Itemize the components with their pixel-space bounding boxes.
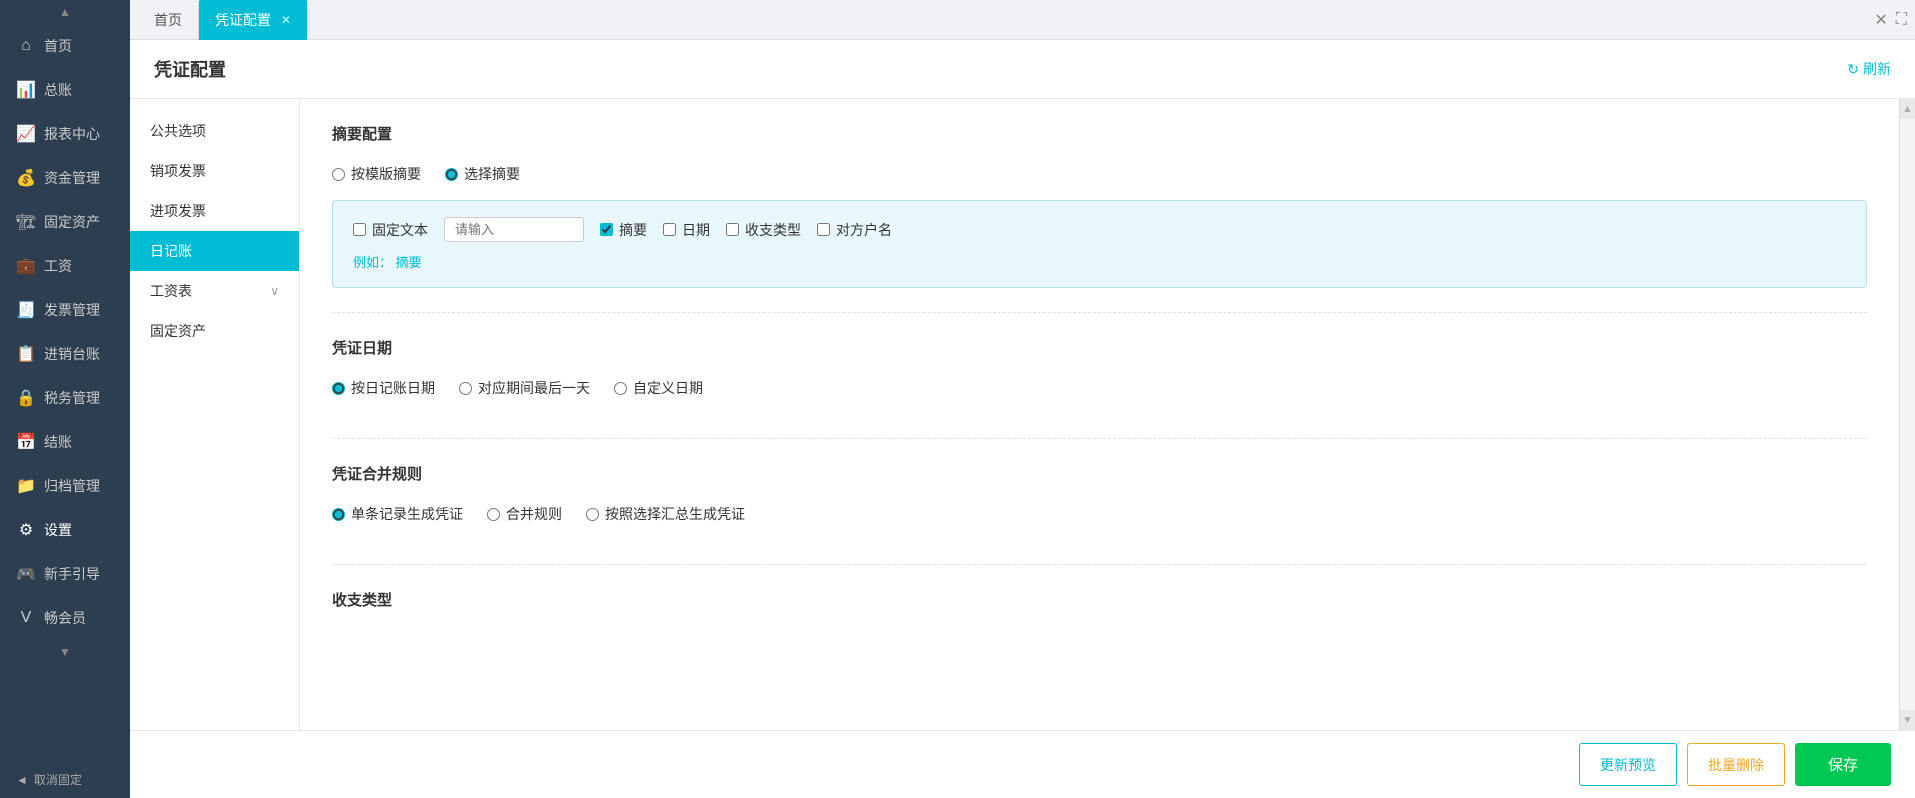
left-nav-journal[interactable]: 日记账 — [130, 231, 299, 271]
summary-example: 例如： 摘要 — [353, 252, 1846, 271]
settings-icon: ⚙ — [16, 520, 36, 540]
update-preview-button[interactable]: 更新预览 — [1579, 743, 1677, 786]
counterparty-checkbox[interactable]: 对方户名 — [817, 220, 892, 240]
sidebar-item-invoice-mgmt[interactable]: 🧾发票管理 — [0, 288, 130, 332]
summary-checkbox[interactable]: 摘要 — [600, 220, 647, 240]
sidebar-item-home[interactable]: ⌂首页 — [0, 24, 130, 68]
fixed-text-checkbox[interactable]: 固定文本 — [353, 220, 428, 240]
funds-icon: 💰 — [16, 168, 36, 188]
custom-date-radio[interactable]: 自定义日期 — [614, 378, 703, 398]
voucher-date-section: 凭证日期 按日记账日期 对应期间最后一天 自定义日期 — [332, 337, 1867, 439]
sidebar-scroll-down[interactable]: ▼ — [0, 640, 130, 664]
sidebar-item-payroll[interactable]: 💼工资 — [0, 244, 130, 288]
bottom-actions: 更新预览 批量删除 保存 — [130, 730, 1915, 798]
summary-config-row: 固定文本 摘要 日期 — [353, 217, 1846, 242]
sidebar-unpin[interactable]: ◄ 取消固定 — [0, 761, 130, 798]
close-icon: 📅 — [16, 432, 36, 452]
pin-icon: ◄ — [16, 773, 28, 787]
expand-window-button[interactable]: ⛶ — [1896, 11, 1907, 29]
summary-config-box: 固定文本 摘要 日期 — [332, 200, 1867, 288]
select-mode-radio[interactable]: 选择摘要 — [445, 164, 520, 184]
close-window-button[interactable]: ✕ — [1874, 10, 1887, 30]
body-layout: 公共选项销项发票进项发票日记账工资表∨固定资产 摘要配置 按模版摘要 选择摘要 — [130, 99, 1915, 730]
ledger-icon: 📊 — [16, 80, 36, 100]
merge-rules-radio[interactable]: 合并规则 — [487, 504, 562, 524]
sidebar-item-reports[interactable]: 📈报表中心 — [0, 112, 130, 156]
left-nav-purchase-invoice[interactable]: 进项发票 — [130, 191, 299, 231]
sidebar-item-fixed-assets[interactable]: 🏗固定资产 — [0, 200, 130, 244]
last-day-radio[interactable]: 对应期间最后一天 — [459, 378, 590, 398]
merge-rules-section: 凭证合并规则 单条记录生成凭证 合并规则 按照选择汇总生成凭证 — [332, 463, 1867, 565]
left-nav: 公共选项销项发票进项发票日记账工资表∨固定资产 — [130, 99, 300, 730]
merge-rules-title: 凭证合并规则 — [332, 463, 1867, 484]
refresh-icon: ↻ — [1847, 61, 1859, 78]
summary-config-section: 摘要配置 按模版摘要 选择摘要 — [332, 123, 1867, 313]
summary-config-title: 摘要配置 — [332, 123, 1867, 144]
left-nav-payroll-table[interactable]: 工资表∨ — [130, 271, 299, 311]
content-area: 凭证配置 ↻ 刷新 公共选项销项发票进项发票日记账工资表∨固定资产 摘要配置 — [130, 40, 1915, 798]
main-area: 首页凭证配置✕ ✕ ⛶ 凭证配置 ↻ 刷新 公共选项销项发票进项发票日记账工资表… — [130, 0, 1915, 798]
template-mode-radio[interactable]: 按模版摘要 — [332, 164, 421, 184]
vip-icon: V — [16, 609, 36, 627]
income-type-checkbox[interactable]: 收支类型 — [726, 220, 801, 240]
sidebar-item-vip[interactable]: V畅会员 — [0, 596, 130, 640]
sidebar-item-close[interactable]: 📅结账 — [0, 420, 130, 464]
merge-rules-radio-group: 单条记录生成凭证 合并规则 按照选择汇总生成凭证 — [332, 504, 1867, 524]
voucher-date-radio-group: 按日记账日期 对应期间最后一天 自定义日期 — [332, 378, 1867, 398]
left-nav-fixed-assets-nav[interactable]: 固定资产 — [130, 311, 299, 351]
reports-icon: 📈 — [16, 124, 36, 144]
sidebar-item-purchase-sales[interactable]: 📋进销台账 — [0, 332, 130, 376]
tab-close-voucher-config-tab[interactable]: ✕ — [281, 13, 291, 27]
sidebar-item-ledger[interactable]: 📊总账 — [0, 68, 130, 112]
right-content: 摘要配置 按模版摘要 选择摘要 — [300, 99, 1899, 730]
home-icon: ⌂ — [16, 37, 36, 55]
sidebar-item-guide[interactable]: 🎮新手引导 — [0, 552, 130, 596]
fixed-assets-icon: 🏗 — [16, 212, 36, 232]
chevron-down-icon: ∨ — [270, 284, 279, 298]
scroll-up-arrow[interactable]: ▲ — [1900, 99, 1915, 119]
guide-icon: 🎮 — [16, 564, 36, 584]
by-selection-radio[interactable]: 按照选择汇总生成凭证 — [586, 504, 745, 524]
income-expense-section: 收支类型 — [332, 589, 1867, 654]
save-button[interactable]: 保存 — [1795, 743, 1891, 786]
tax-icon: 🔒 — [16, 388, 36, 408]
invoice-mgmt-icon: 🧾 — [16, 300, 36, 320]
tab-bar: 首页凭证配置✕ ✕ ⛶ — [130, 0, 1915, 40]
summary-mode-radio-group: 按模版摘要 选择摘要 — [332, 164, 1867, 184]
batch-delete-button[interactable]: 批量删除 — [1687, 743, 1785, 786]
archive-icon: 📁 — [16, 476, 36, 496]
income-expense-title: 收支类型 — [332, 589, 1867, 610]
scroll-thumb[interactable] — [1900, 119, 1915, 710]
sidebar-item-tax[interactable]: 🔒税务管理 — [0, 376, 130, 420]
sidebar-item-archive[interactable]: 📁归档管理 — [0, 464, 130, 508]
sidebar-item-funds[interactable]: 💰资金管理 — [0, 156, 130, 200]
left-nav-sales-invoice[interactable]: 销项发票 — [130, 151, 299, 191]
tab-home-tab[interactable]: 首页 — [138, 0, 199, 40]
tab-voucher-config-tab[interactable]: 凭证配置✕ — [199, 0, 308, 40]
page-title: 凭证配置 — [154, 56, 226, 82]
left-nav-public[interactable]: 公共选项 — [130, 111, 299, 151]
scroll-down-arrow[interactable]: ▼ — [1900, 710, 1915, 730]
date-checkbox[interactable]: 日期 — [663, 220, 710, 240]
payroll-icon: 💼 — [16, 256, 36, 276]
sidebar: ▲ ⌂首页📊总账📈报表中心💰资金管理🏗固定资产💼工资🧾发票管理📋进销台账🔒税务管… — [0, 0, 130, 798]
by-journal-date-radio[interactable]: 按日记账日期 — [332, 378, 435, 398]
sidebar-item-settings[interactable]: ⚙设置 — [0, 508, 130, 552]
single-record-radio[interactable]: 单条记录生成凭证 — [332, 504, 463, 524]
refresh-button[interactable]: ↻ 刷新 — [1847, 59, 1891, 79]
voucher-date-title: 凭证日期 — [332, 337, 1867, 358]
fixed-text-input[interactable] — [444, 217, 584, 242]
scrollbar: ▲ ▼ — [1899, 99, 1915, 730]
page-header: 凭证配置 ↻ 刷新 — [130, 40, 1915, 99]
sidebar-scroll-up[interactable]: ▲ — [0, 0, 130, 24]
purchase-sales-icon: 📋 — [16, 344, 36, 364]
tab-bar-actions: ✕ ⛶ — [1874, 10, 1907, 30]
